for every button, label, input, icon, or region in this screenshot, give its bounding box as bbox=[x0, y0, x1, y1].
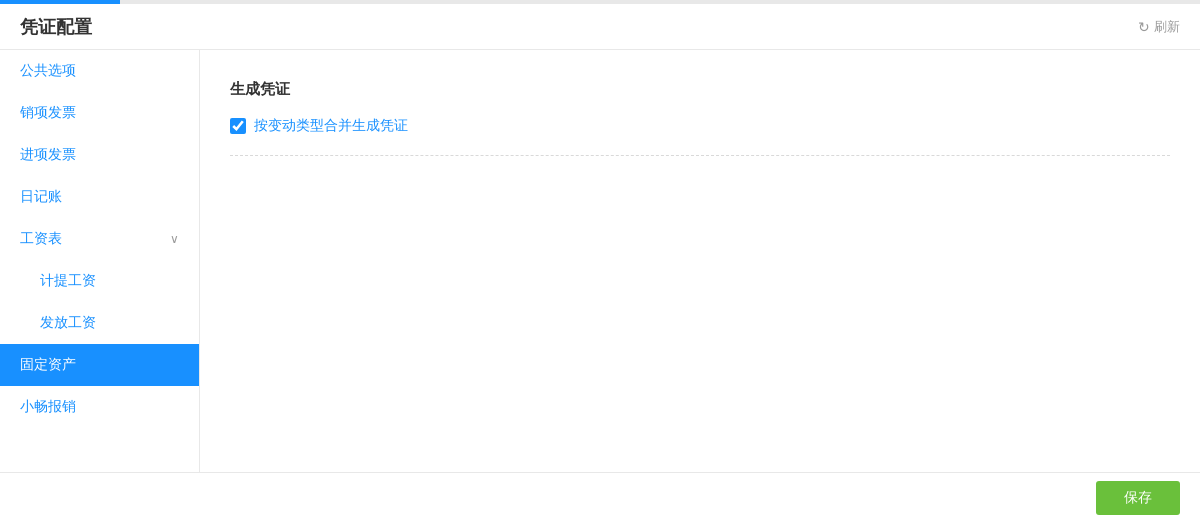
merge-by-type-label[interactable]: 按变动类型合并生成凭证 bbox=[254, 117, 408, 135]
page-header: 凭证配置 ↻ 刷新 bbox=[0, 4, 1200, 50]
section-divider bbox=[230, 155, 1170, 156]
refresh-button[interactable]: ↻ 刷新 bbox=[1138, 18, 1180, 36]
refresh-label: 刷新 bbox=[1154, 18, 1180, 36]
sidebar: 公共选项 销项发票 进项发票 日记账 工资表 ∨ 计提工资 发放工资 固定资产 … bbox=[0, 50, 200, 472]
merge-by-type-row: 按变动类型合并生成凭证 bbox=[230, 117, 1170, 135]
sidebar-item-sales-invoice[interactable]: 销项发票 bbox=[0, 92, 199, 134]
content-area: 生成凭证 按变动类型合并生成凭证 bbox=[200, 50, 1200, 472]
sidebar-item-label: 公共选项 bbox=[20, 62, 76, 80]
page-footer: 保存 bbox=[0, 472, 1200, 522]
refresh-icon: ↻ bbox=[1138, 19, 1150, 35]
sidebar-item-expense-claim[interactable]: 小畅报销 bbox=[0, 386, 199, 428]
main-layout: 公共选项 销项发票 进项发票 日记账 工资表 ∨ 计提工资 发放工资 固定资产 … bbox=[0, 50, 1200, 472]
sidebar-item-label: 发放工资 bbox=[40, 314, 96, 332]
chevron-down-icon: ∨ bbox=[170, 232, 179, 246]
save-button[interactable]: 保存 bbox=[1096, 481, 1180, 515]
page-title: 凭证配置 bbox=[20, 15, 92, 39]
sidebar-item-label: 进项发票 bbox=[20, 146, 76, 164]
sidebar-item-calculate-payroll[interactable]: 计提工资 bbox=[0, 260, 199, 302]
sidebar-item-label: 工资表 bbox=[20, 230, 62, 248]
sidebar-item-purchase-invoice[interactable]: 进项发票 bbox=[0, 134, 199, 176]
sidebar-item-pay-payroll[interactable]: 发放工资 bbox=[0, 302, 199, 344]
sidebar-item-fixed-assets[interactable]: 固定资产 bbox=[0, 344, 199, 386]
merge-by-type-checkbox[interactable] bbox=[230, 118, 246, 134]
sidebar-item-label: 销项发票 bbox=[20, 104, 76, 122]
sidebar-item-journal[interactable]: 日记账 bbox=[0, 176, 199, 218]
section-title: 生成凭证 bbox=[230, 80, 1170, 99]
sidebar-item-label: 日记账 bbox=[20, 188, 62, 206]
sidebar-item-label: 计提工资 bbox=[40, 272, 96, 290]
sidebar-item-payroll-table[interactable]: 工资表 ∨ bbox=[0, 218, 199, 260]
top-tab-active-indicator bbox=[0, 0, 120, 4]
sidebar-item-label: 小畅报销 bbox=[20, 398, 76, 416]
sidebar-item-public-options[interactable]: 公共选项 bbox=[0, 50, 199, 92]
sidebar-item-label: 固定资产 bbox=[20, 356, 76, 374]
top-tab-area bbox=[0, 0, 1200, 4]
